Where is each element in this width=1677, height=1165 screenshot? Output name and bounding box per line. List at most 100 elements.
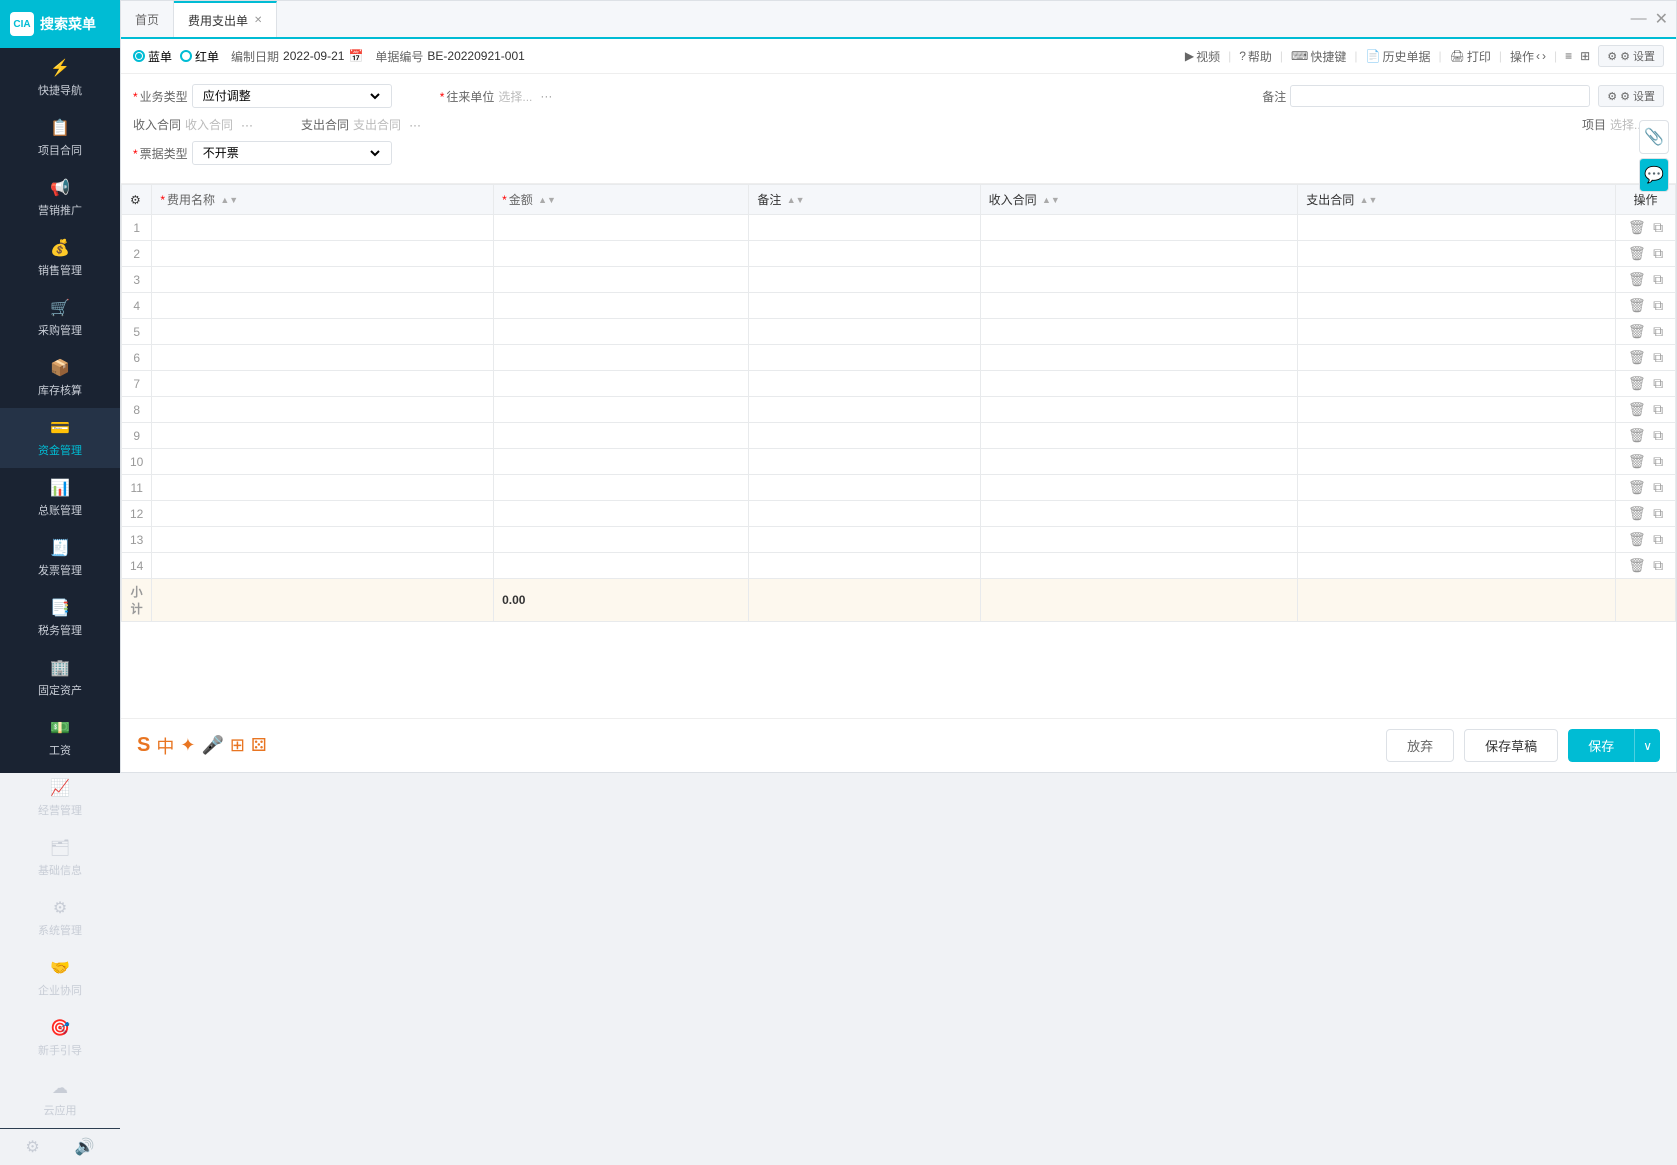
operate-btn[interactable]: 操作 ‹ › (1510, 48, 1546, 65)
table-icon[interactable]: ⊞ (230, 735, 245, 756)
copy-row-button[interactable]: ⧉ (1651, 297, 1665, 314)
expense-name-cell[interactable] (152, 319, 494, 345)
delete-row-button[interactable]: 🗑 (1626, 219, 1648, 236)
expense-name-cell[interactable] (152, 449, 494, 475)
discard-button[interactable]: 放弃 (1386, 729, 1454, 762)
settings-button[interactable]: ⚙ ⚙ 设置 (1598, 45, 1664, 67)
blue-radio[interactable]: 蓝单 (133, 48, 172, 65)
sort-icon[interactable]: ▲▼ (538, 196, 556, 205)
video-btn[interactable]: ▶ 视频 (1185, 48, 1220, 65)
amount-cell[interactable] (494, 475, 749, 501)
expense-name-cell[interactable] (152, 215, 494, 241)
amount-cell[interactable] (494, 553, 749, 579)
tab-home[interactable]: 首页 (121, 1, 174, 37)
delete-row-button[interactable]: 🗑 (1626, 375, 1648, 392)
expense-name-cell[interactable] (152, 475, 494, 501)
copy-row-button[interactable]: ⧉ (1651, 453, 1665, 470)
expense-contract-cell[interactable] (1298, 267, 1616, 293)
copy-row-button[interactable]: ⧉ (1651, 531, 1665, 548)
sidebar-item-purchase[interactable]: 🛒 采购管理 (0, 288, 120, 348)
calendar-icon[interactable]: 📅 (348, 49, 363, 63)
history-btn[interactable]: 📄 历史单据 (1366, 48, 1431, 65)
remark-cell[interactable] (749, 319, 980, 345)
comment-button[interactable]: 💬 (1639, 158, 1669, 192)
sidebar-item-accounting[interactable]: 📊 总账管理 (0, 468, 120, 528)
expense-contract-cell[interactable] (1298, 501, 1616, 527)
income-contract-cell[interactable] (980, 241, 1298, 267)
window-minimize-icon[interactable]: — (1631, 10, 1647, 28)
expense-contract-cell[interactable] (1298, 293, 1616, 319)
copy-row-button[interactable]: ⧉ (1651, 271, 1665, 288)
income-contract-cell[interactable] (980, 397, 1298, 423)
delete-row-button[interactable]: 🗑 (1626, 479, 1648, 496)
delete-row-button[interactable]: 🗑 (1626, 271, 1648, 288)
amount-cell[interactable] (494, 501, 749, 527)
remark-cell[interactable] (749, 293, 980, 319)
delete-row-button[interactable]: 🗑 (1626, 349, 1648, 366)
grid-icon[interactable]: ⚄ (251, 735, 267, 756)
delete-row-button[interactable]: 🗑 (1626, 401, 1648, 418)
amount-cell[interactable] (494, 397, 749, 423)
sidebar-item-sales[interactable]: 💰 销售管理 (0, 228, 120, 288)
col-settings[interactable]: ⚙ (122, 185, 152, 215)
shortcut-btn[interactable]: ⌨ 快捷键 (1291, 48, 1346, 65)
save-arrow-button[interactable]: ∨ (1634, 729, 1660, 762)
remark-cell[interactable] (749, 423, 980, 449)
income-contract-cell[interactable] (980, 345, 1298, 371)
settings-btn-top[interactable]: ⚙ ⚙ 设置 (1598, 85, 1664, 107)
remark-cell[interactable] (749, 345, 980, 371)
income-contract-cell[interactable] (980, 319, 1298, 345)
dot-icon[interactable]: ✦ (180, 735, 195, 756)
tab-close-icon[interactable]: ✕ (254, 15, 262, 26)
amount-cell[interactable] (494, 241, 749, 267)
sort-icon[interactable]: ▲▼ (787, 196, 805, 205)
save-button[interactable]: 保存 (1568, 729, 1634, 762)
copy-row-button[interactable]: ⧉ (1651, 323, 1665, 340)
copy-row-button[interactable]: ⧉ (1651, 505, 1665, 522)
expense-name-cell[interactable] (152, 293, 494, 319)
tab-expense[interactable]: 费用支出单 ✕ (174, 1, 277, 37)
red-radio[interactable]: 红单 (180, 48, 219, 65)
expense-name-cell[interactable] (152, 241, 494, 267)
copy-row-button[interactable]: ⧉ (1651, 349, 1665, 366)
expense-contract-dots-icon[interactable]: ··· (409, 118, 421, 132)
delete-row-button[interactable]: 🗑 (1626, 323, 1648, 340)
sidebar-item-new-guide[interactable]: 🎯 新手引导 (0, 1008, 120, 1068)
expense-name-cell[interactable] (152, 553, 494, 579)
remark-cell[interactable] (749, 475, 980, 501)
copy-row-button[interactable]: ⧉ (1651, 557, 1665, 574)
remark-cell[interactable] (749, 267, 980, 293)
income-contract-cell[interactable] (980, 371, 1298, 397)
income-contract-cell[interactable] (980, 553, 1298, 579)
sidebar-item-system[interactable]: ⚙ 系统管理 (0, 888, 120, 948)
delete-row-button[interactable]: 🗑 (1626, 557, 1648, 574)
copy-row-button[interactable]: ⧉ (1651, 427, 1665, 444)
sidebar-logo[interactable]: CIA 搜索菜单 (0, 0, 120, 48)
help-btn[interactable]: ? 帮助 (1239, 48, 1272, 65)
remark-cell[interactable] (749, 215, 980, 241)
copy-row-button[interactable]: ⧉ (1651, 401, 1665, 418)
remark-cell[interactable] (749, 553, 980, 579)
expense-contract-cell[interactable] (1298, 215, 1616, 241)
expense-name-cell[interactable] (152, 371, 494, 397)
remark-cell[interactable] (749, 371, 980, 397)
save-draft-button[interactable]: 保存草稿 (1464, 729, 1558, 762)
expense-contract-cell[interactable] (1298, 371, 1616, 397)
expense-name-cell[interactable] (152, 267, 494, 293)
sidebar-item-operations[interactable]: 📈 经营管理 (0, 768, 120, 828)
view-list-icon[interactable]: ≡ (1565, 49, 1572, 63)
expense-contract-cell[interactable] (1298, 345, 1616, 371)
expense-contract-cell[interactable] (1298, 553, 1616, 579)
income-contract-dots-icon[interactable]: ··· (241, 118, 253, 132)
delete-row-button[interactable]: 🗑 (1626, 297, 1648, 314)
income-contract-cell[interactable] (980, 293, 1298, 319)
copy-row-button[interactable]: ⧉ (1651, 219, 1665, 236)
income-contract-cell[interactable] (980, 215, 1298, 241)
attach-button[interactable]: 📎 (1639, 120, 1669, 154)
sidebar-item-capital[interactable]: 💳 资金管理 (0, 408, 120, 468)
sort-icon[interactable]: ▲▼ (1360, 196, 1378, 205)
amount-cell[interactable] (494, 527, 749, 553)
invoice-type-select[interactable]: 不开票 (193, 142, 383, 164)
income-contract-cell[interactable] (980, 267, 1298, 293)
print-btn[interactable]: 🖨 打印 (1450, 48, 1491, 65)
